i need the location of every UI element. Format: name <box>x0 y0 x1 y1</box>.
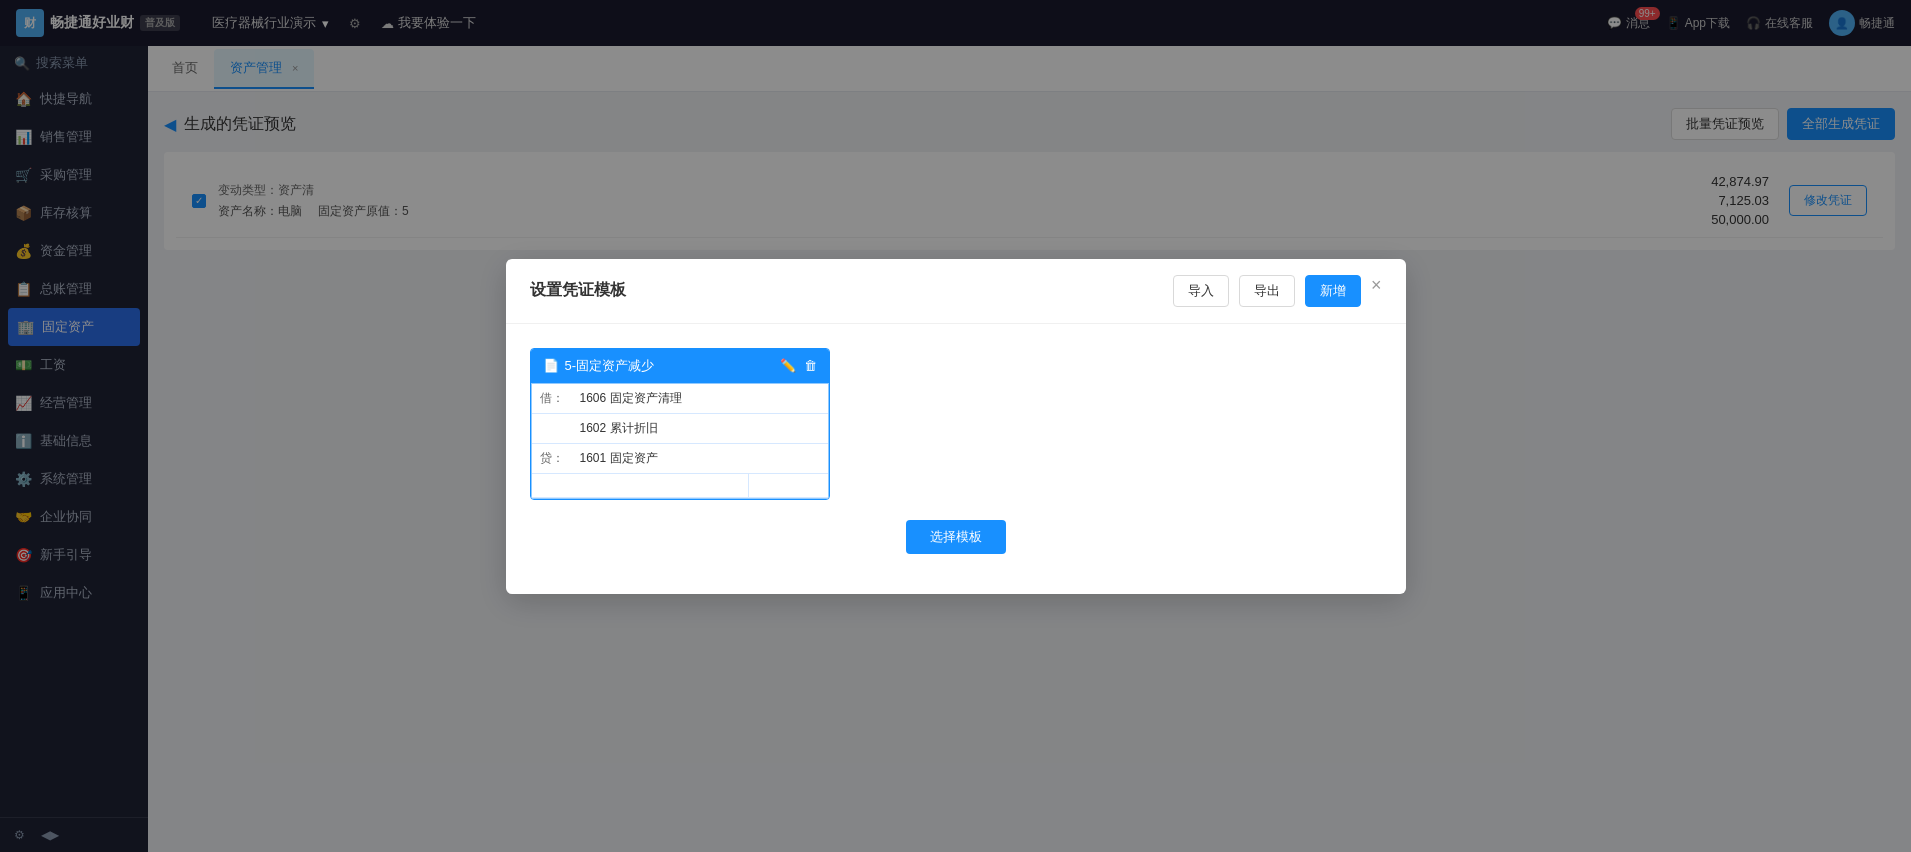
template-card-body: 借： 1606 固定资产清理 1602 累计折旧 <box>531 383 829 499</box>
template-debit-row-1: 借： 1606 固定资产清理 <box>532 384 828 414</box>
modal-header: 设置凭证模板 导入 导出 新增 × <box>506 259 1406 324</box>
template-card: 📄 5-固定资产减少 ✏️ 🗑 <box>530 348 830 500</box>
modal-title: 设置凭证模板 <box>530 280 626 301</box>
app-container: 财 畅捷通好业财 普及版 医疗器械行业演示 ▾ ⚙ ☁ 我要体验一下 💬 消息 … <box>0 0 1911 852</box>
select-template-area: 选择模板 <box>530 520 1382 554</box>
template-card-header-actions: ✏️ 🗑 <box>780 358 817 373</box>
new-btn[interactable]: 新增 <box>1305 275 1361 307</box>
template-debit-row-2: 1602 累计折旧 <box>532 414 828 444</box>
delete-icon[interactable]: 🗑 <box>804 358 817 373</box>
main-area: 🔍 搜索菜单 🏠 快捷导航 📊 销售管理 🛒 采购管理 📦 <box>0 46 1911 852</box>
modal-body: 📄 5-固定资产减少 ✏️ 🗑 <box>506 324 1406 594</box>
modal-overlay: 设置凭证模板 导入 导出 新增 × <box>148 92 1911 852</box>
import-btn[interactable]: 导入 <box>1173 275 1229 307</box>
modal-actions: 导入 导出 新增 × <box>1173 275 1382 307</box>
select-template-btn[interactable]: 选择模板 <box>906 520 1006 554</box>
main-content: ◀ 生成的凭证预览 批量凭证预览 全部生成凭证 ✓ 变动类型：资产清 <box>148 92 1911 852</box>
close-icon[interactable]: × <box>1371 275 1382 307</box>
edit-icon[interactable]: ✏️ <box>780 358 796 373</box>
template-doc-icon: 📄 <box>543 358 559 373</box>
template-name: 5-固定资产减少 <box>565 357 655 375</box>
content-area: 首页 资产管理 × ◀ 生成的凭证预览 批量凭证预览 <box>148 46 1911 852</box>
empty-row <box>532 474 828 498</box>
template-card-header-left: 📄 5-固定资产减少 <box>543 357 655 375</box>
template-card-header: 📄 5-固定资产减少 ✏️ 🗑 <box>531 349 829 383</box>
template-credit-row-1: 贷： 1601 固定资产 <box>532 444 828 474</box>
modal: 设置凭证模板 导入 导出 新增 × <box>506 259 1406 594</box>
export-btn[interactable]: 导出 <box>1239 275 1295 307</box>
